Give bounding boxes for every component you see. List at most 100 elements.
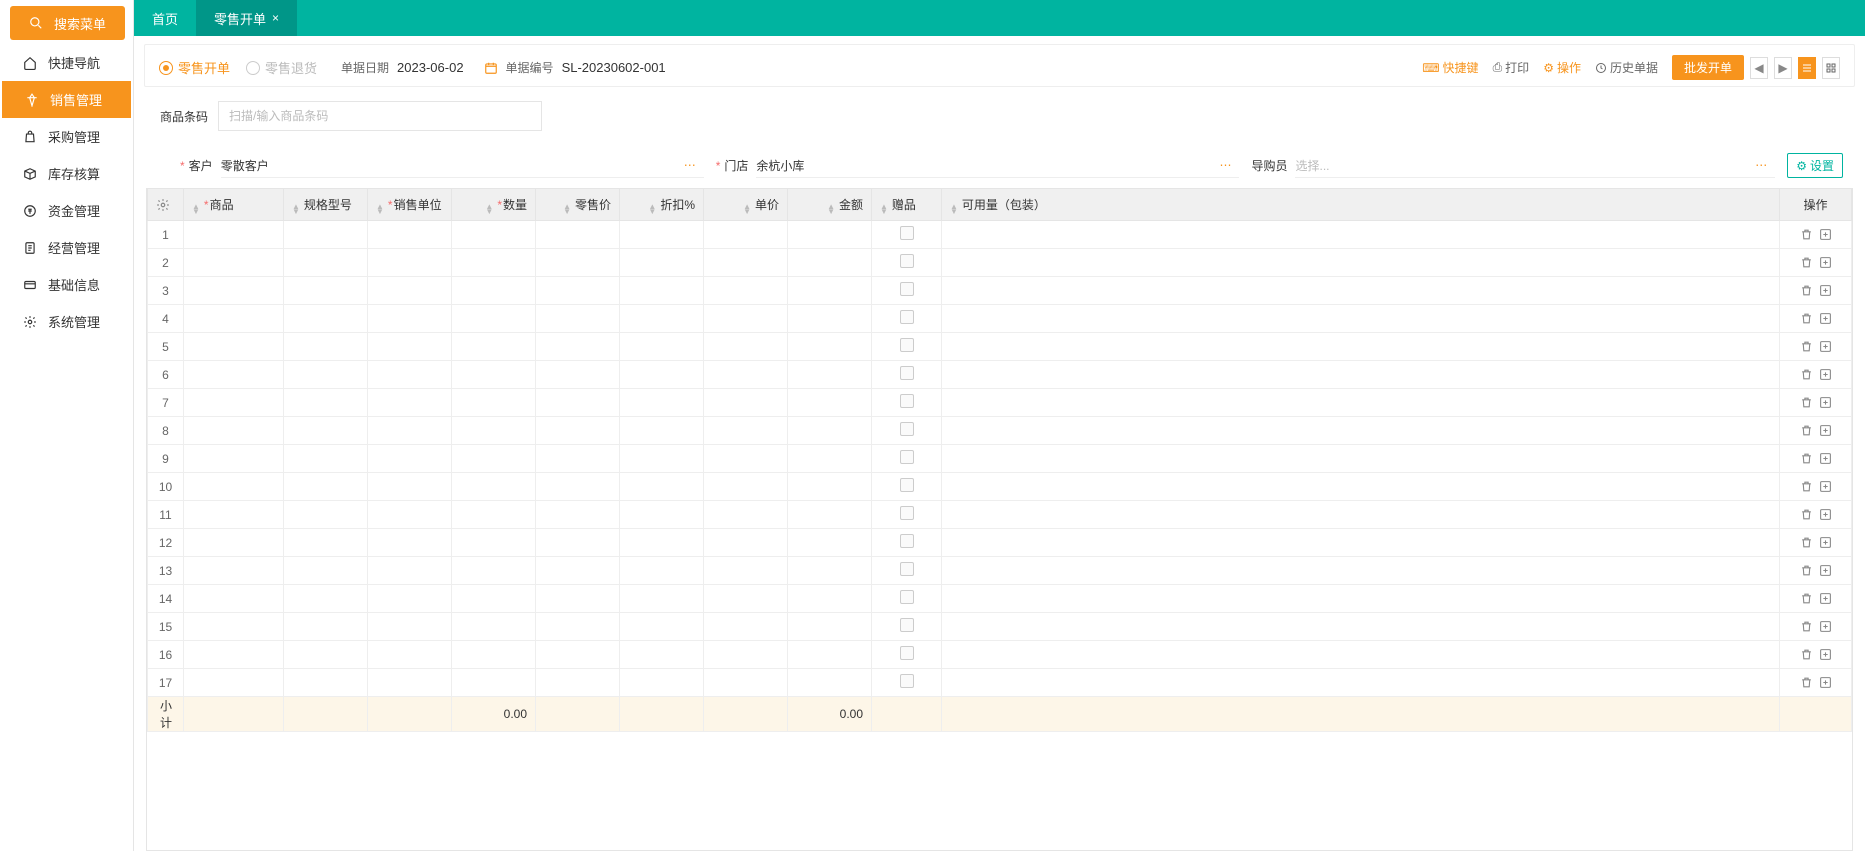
cell-price[interactable]	[704, 249, 788, 277]
cell-discount[interactable]	[620, 221, 704, 249]
cell-unit[interactable]	[368, 529, 452, 557]
checkbox-icon[interactable]	[900, 338, 914, 352]
sidebar-item-4[interactable]: 资金管理	[0, 192, 133, 229]
history-link[interactable]: 历史单据	[1595, 59, 1658, 76]
cell-amount[interactable]	[788, 445, 872, 473]
cell-discount[interactable]	[620, 529, 704, 557]
cell-product[interactable]	[184, 361, 284, 389]
customer-select[interactable]: 零散客户 ⋯	[221, 154, 704, 178]
cell-discount[interactable]	[620, 585, 704, 613]
cell-product[interactable]	[184, 389, 284, 417]
cell-discount[interactable]	[620, 277, 704, 305]
cell-discount[interactable]	[620, 557, 704, 585]
cell-gift[interactable]	[872, 417, 942, 445]
table-row[interactable]: 2	[148, 249, 1852, 277]
checkbox-icon[interactable]	[900, 534, 914, 548]
add-icon[interactable]	[1819, 676, 1832, 689]
cell-unit[interactable]	[368, 305, 452, 333]
sidebar-item-6[interactable]: 基础信息	[0, 266, 133, 303]
cell-gift[interactable]	[872, 501, 942, 529]
cell-unit[interactable]	[368, 613, 452, 641]
cell-discount[interactable]	[620, 249, 704, 277]
tab-0[interactable]: 首页	[134, 0, 196, 36]
cell-price[interactable]	[704, 277, 788, 305]
cell-available[interactable]	[942, 445, 1780, 473]
cell-amount[interactable]	[788, 277, 872, 305]
delete-icon[interactable]	[1800, 480, 1813, 493]
cell-gift[interactable]	[872, 641, 942, 669]
delete-icon[interactable]	[1800, 424, 1813, 437]
cell-retail[interactable]	[536, 221, 620, 249]
checkbox-icon[interactable]	[900, 674, 914, 688]
cell-available[interactable]	[942, 585, 1780, 613]
delete-icon[interactable]	[1800, 508, 1813, 521]
cell-retail[interactable]	[536, 529, 620, 557]
cell-unit[interactable]	[368, 641, 452, 669]
cell-gift[interactable]	[872, 277, 942, 305]
cell-unit[interactable]	[368, 585, 452, 613]
add-icon[interactable]	[1819, 424, 1832, 437]
delete-icon[interactable]	[1800, 368, 1813, 381]
cell-qty[interactable]	[452, 669, 536, 697]
cell-retail[interactable]	[536, 361, 620, 389]
cell-unit[interactable]	[368, 333, 452, 361]
cell-qty[interactable]	[452, 529, 536, 557]
table-row[interactable]: 6	[148, 361, 1852, 389]
checkbox-icon[interactable]	[900, 506, 914, 520]
cell-qty[interactable]	[452, 445, 536, 473]
cell-qty[interactable]	[452, 417, 536, 445]
checkbox-icon[interactable]	[900, 562, 914, 576]
delete-icon[interactable]	[1800, 396, 1813, 409]
cell-retail[interactable]	[536, 669, 620, 697]
mode-grid-button[interactable]	[1822, 57, 1840, 79]
delete-icon[interactable]	[1800, 564, 1813, 577]
cell-product[interactable]	[184, 669, 284, 697]
cell-model[interactable]	[284, 585, 368, 613]
cell-available[interactable]	[942, 333, 1780, 361]
cell-unit[interactable]	[368, 277, 452, 305]
cell-unit[interactable]	[368, 361, 452, 389]
cell-gift[interactable]	[872, 669, 942, 697]
cell-gift[interactable]	[872, 529, 942, 557]
cell-product[interactable]	[184, 305, 284, 333]
cell-gift[interactable]	[872, 389, 942, 417]
print-link[interactable]: ⎙ 打印	[1493, 59, 1530, 76]
cell-qty[interactable]	[452, 501, 536, 529]
cell-model[interactable]	[284, 333, 368, 361]
cell-amount[interactable]	[788, 389, 872, 417]
cell-amount[interactable]	[788, 585, 872, 613]
shortcut-link[interactable]: ⌨ 快捷键	[1422, 59, 1478, 76]
sidebar-item-7[interactable]: 系统管理	[0, 303, 133, 340]
cell-product[interactable]	[184, 445, 284, 473]
cell-unit[interactable]	[368, 445, 452, 473]
cell-available[interactable]	[942, 361, 1780, 389]
cell-discount[interactable]	[620, 501, 704, 529]
add-icon[interactable]	[1819, 228, 1832, 241]
ellipsis-icon[interactable]: ⋯	[1219, 158, 1231, 172]
cell-price[interactable]	[704, 641, 788, 669]
cell-price[interactable]	[704, 221, 788, 249]
cell-amount[interactable]	[788, 557, 872, 585]
add-icon[interactable]	[1819, 368, 1832, 381]
cell-unit[interactable]	[368, 669, 452, 697]
add-icon[interactable]	[1819, 592, 1832, 605]
table-row[interactable]: 3	[148, 277, 1852, 305]
checkbox-icon[interactable]	[900, 226, 914, 240]
table-row[interactable]: 7	[148, 389, 1852, 417]
cell-discount[interactable]	[620, 361, 704, 389]
delete-icon[interactable]	[1800, 452, 1813, 465]
cell-discount[interactable]	[620, 669, 704, 697]
checkbox-icon[interactable]	[900, 366, 914, 380]
cell-gift[interactable]	[872, 585, 942, 613]
table-row[interactable]: 14	[148, 585, 1852, 613]
col-model[interactable]: ▲▼规格型号	[284, 189, 368, 221]
cell-gift[interactable]	[872, 557, 942, 585]
cell-discount[interactable]	[620, 445, 704, 473]
sidebar-item-1[interactable]: 销售管理	[2, 81, 131, 118]
cell-gift[interactable]	[872, 249, 942, 277]
cell-available[interactable]	[942, 305, 1780, 333]
checkbox-icon[interactable]	[900, 450, 914, 464]
cell-product[interactable]	[184, 529, 284, 557]
cell-available[interactable]	[942, 641, 1780, 669]
cell-amount[interactable]	[788, 473, 872, 501]
